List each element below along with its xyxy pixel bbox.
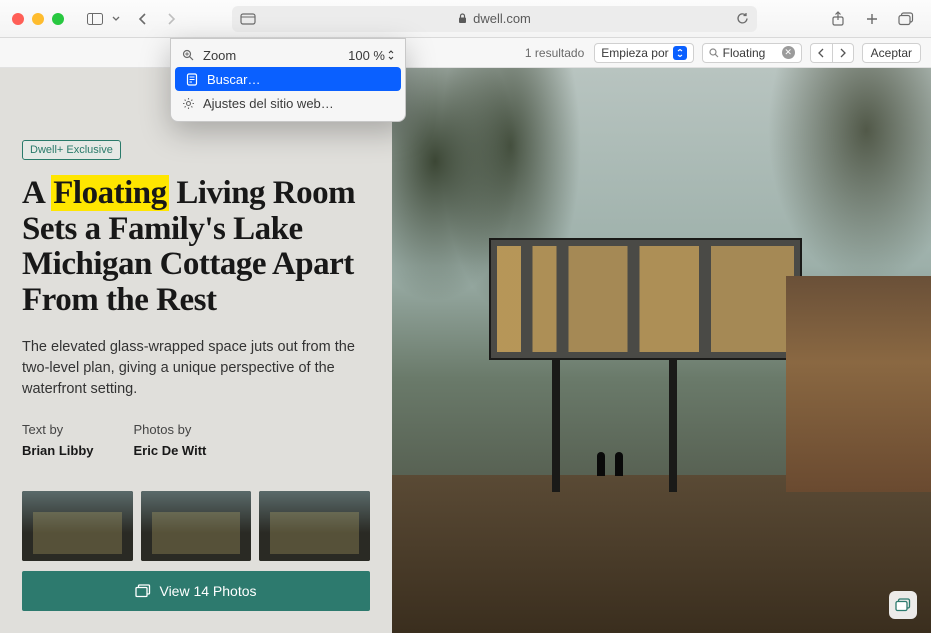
find-navigation [810, 43, 854, 63]
page-settings-icon[interactable] [240, 12, 256, 26]
view-photos-button[interactable]: View 14 Photos [22, 571, 370, 611]
sidebar-toggle-button[interactable] [82, 7, 108, 31]
gear-icon [181, 97, 195, 110]
forward-button[interactable] [158, 7, 184, 31]
find-bar: 1 resultado Empieza por Floating ✕ Acept… [0, 38, 931, 68]
reload-button[interactable] [736, 12, 749, 25]
photos-by-label: Photos by [134, 422, 207, 437]
find-result-count: 1 resultado [525, 46, 584, 60]
hero-image [392, 68, 931, 633]
page-content: Dwell+ Exclusive A Floating Living Room … [0, 68, 931, 633]
find-mode-label: Empieza por [601, 46, 668, 60]
zoom-row[interactable]: Zoom 100 % [171, 43, 405, 67]
page-settings-menu: Zoom 100 % Buscar… Ajustes del sitio web… [170, 38, 406, 122]
clear-find-button[interactable]: ✕ [782, 46, 795, 59]
find-input[interactable]: Floating ✕ [702, 43, 802, 63]
lock-icon [458, 13, 467, 24]
find-mode-select[interactable]: Empieza por [594, 43, 693, 63]
find-menu-item[interactable]: Buscar… [175, 67, 401, 91]
find-input-value: Floating [723, 46, 778, 60]
find-done-button[interactable]: Aceptar [862, 43, 921, 63]
find-prev-button[interactable] [810, 43, 832, 63]
site-settings-menu-item[interactable]: Ajustes del sitio web… [171, 91, 405, 115]
zoom-window-button[interactable] [52, 13, 64, 25]
photo-thumbnails [22, 491, 370, 561]
thumbnail[interactable] [141, 491, 252, 561]
address-bar[interactable]: dwell.com [232, 6, 757, 32]
minimize-window-button[interactable] [32, 13, 44, 25]
window-controls [12, 13, 64, 25]
zoom-label: Zoom [203, 48, 236, 63]
expand-gallery-button[interactable] [889, 591, 917, 619]
sidebar-chevron-icon[interactable] [110, 7, 122, 31]
article-credits: Text by Brian Libby Photos by Eric De Wi… [22, 422, 370, 458]
share-button[interactable] [825, 7, 851, 31]
browser-titlebar: dwell.com [0, 0, 931, 38]
text-by-label: Text by [22, 422, 94, 437]
navigation-buttons [130, 7, 184, 31]
thumbnail[interactable] [259, 491, 370, 561]
gallery-icon [135, 584, 151, 598]
document-search-icon [185, 73, 199, 86]
photos-by-value: Eric De Witt [134, 443, 207, 458]
text-by-value: Brian Libby [22, 443, 94, 458]
site-settings-label: Ajustes del sitio web… [203, 96, 334, 111]
find-highlight: Floating [51, 175, 168, 211]
view-photos-label: View 14 Photos [159, 583, 256, 599]
exclusive-badge: Dwell+ Exclusive [22, 140, 121, 160]
article-subhead: The elevated glass-wrapped space juts ou… [22, 337, 370, 400]
find-next-button[interactable] [832, 43, 854, 63]
article-headline: A Floating Living Room Sets a Family's L… [22, 176, 370, 319]
zoom-icon [181, 49, 195, 61]
close-window-button[interactable] [12, 13, 24, 25]
search-icon [709, 48, 719, 58]
tabs-overview-button[interactable] [893, 7, 919, 31]
find-mode-chevron-icon [673, 46, 687, 60]
find-menu-label: Buscar… [207, 72, 260, 87]
article-sidebar: Dwell+ Exclusive A Floating Living Room … [0, 68, 392, 633]
zoom-value-stepper[interactable]: 100 % [348, 48, 395, 63]
new-tab-button[interactable] [859, 7, 885, 31]
back-button[interactable] [130, 7, 156, 31]
thumbnail[interactable] [22, 491, 133, 561]
url-text: dwell.com [473, 11, 531, 26]
